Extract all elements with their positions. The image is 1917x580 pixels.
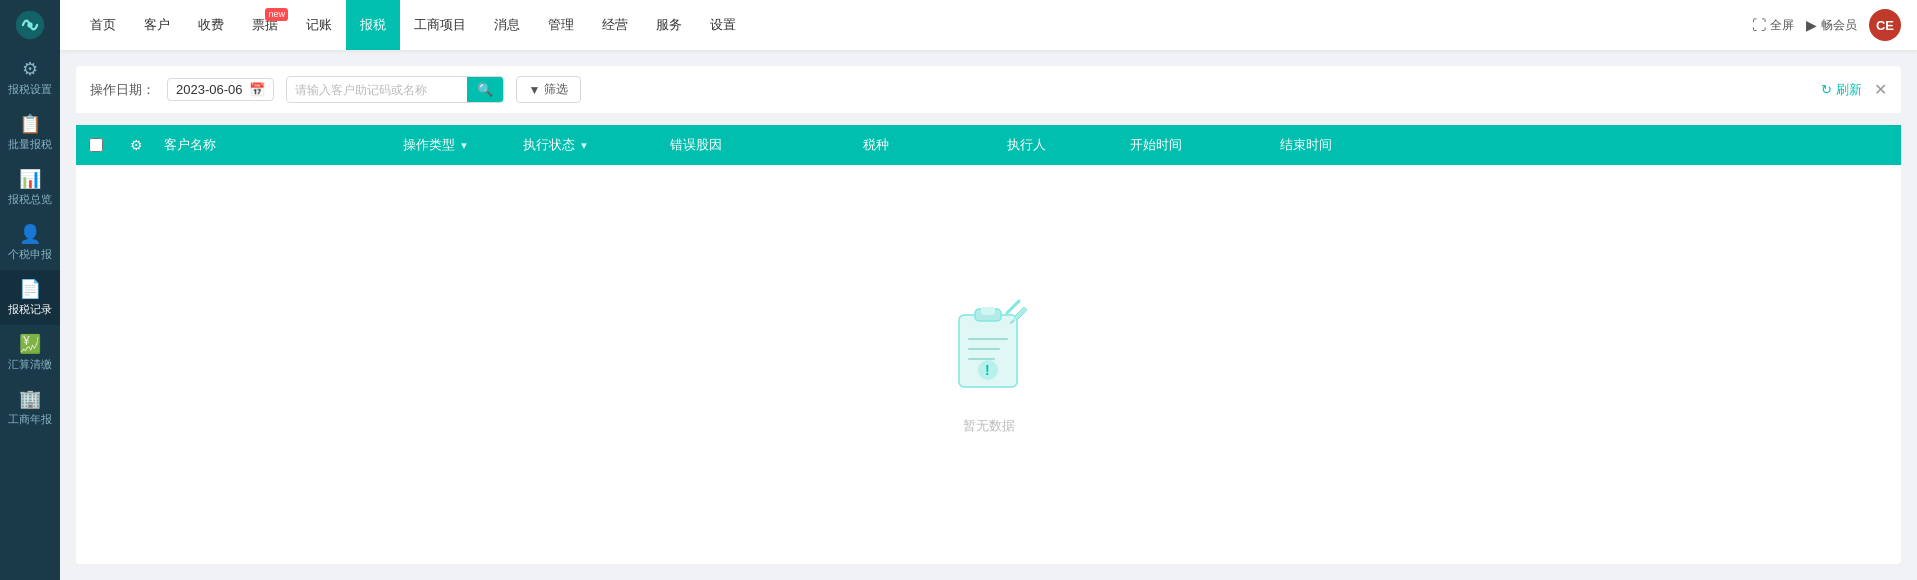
tax-settings-icon: ⚙ (22, 60, 38, 78)
date-value: 2023-06-06 (176, 82, 243, 97)
sidebar-item-personal-tax[interactable]: 👤 个税申报 (0, 215, 60, 270)
sidebar-item-tax-settings[interactable]: ⚙ 报税设置 (0, 50, 60, 105)
sidebar-item-label: 报税总览 (8, 192, 52, 207)
search-input[interactable] (287, 79, 467, 101)
nav-operations[interactable]: 经营 (588, 0, 642, 50)
tax-records-icon: 📄 (19, 280, 41, 298)
th-executor: 执行人 (976, 125, 1076, 165)
date-picker[interactable]: 2023-06-06 📅 (167, 78, 274, 101)
svg-marker-11 (1014, 307, 1027, 320)
sidebar: ⚙ 报税设置 📋 批量报税 📊 报税总览 👤 个税申报 📄 报税记录 💹 汇算清… (0, 0, 60, 580)
nav-customer[interactable]: 客户 (130, 0, 184, 50)
svg-point-1 (27, 22, 32, 27)
page-content: 操作日期： 2023-06-06 📅 🔍 ▼ 筛选 ↻ 刷新 ✕ (60, 50, 1917, 580)
fullscreen-icon: ⛶ (1752, 17, 1766, 33)
filter-bar: 操作日期： 2023-06-06 📅 🔍 ▼ 筛选 ↻ 刷新 ✕ (76, 66, 1901, 113)
nav-message[interactable]: 消息 (480, 0, 534, 50)
sort-icon-op-type: ▼ (459, 140, 469, 151)
th-customer: 客户名称 (156, 125, 376, 165)
sidebar-item-batch-tax[interactable]: 📋 批量报税 (0, 105, 60, 160)
empty-illustration: ! (939, 295, 1039, 405)
search-icon: 🔍 (477, 82, 493, 97)
sidebar-item-label: 工商年报 (8, 412, 52, 427)
th-error-reason: 错误股因 (616, 125, 776, 165)
empty-state: ! 暂无数据 (939, 295, 1039, 435)
nav-billing[interactable]: 收费 (184, 0, 238, 50)
close-button[interactable]: ✕ (1874, 80, 1887, 99)
sidebar-item-label: 个税申报 (8, 247, 52, 262)
search-box: 🔍 (286, 76, 504, 103)
table-body: ! 暂无数据 (76, 165, 1901, 564)
th-tax-type: 税种 (776, 125, 976, 165)
new-badge: new (265, 8, 288, 21)
nav-menu: 首页 客户 收费 票据 new 记账 报税 工商项目 消息 (76, 0, 1752, 50)
sidebar-item-settlement[interactable]: 💹 汇算清缴 (0, 325, 60, 380)
th-end-time: 结束时间 (1236, 125, 1376, 165)
th-exec-status: 执行状态 ▼ (496, 125, 616, 165)
sidebar-item-annual-report[interactable]: 🏢 工商年报 (0, 380, 60, 435)
date-label: 操作日期： (90, 81, 155, 99)
nav-accounting[interactable]: 记账 (292, 0, 346, 50)
table-header: ⚙ 客户名称 操作类型 ▼ 执行状态 ▼ 错误股因 税种 (76, 125, 1901, 165)
member-button[interactable]: ▶ 畅会员 (1806, 17, 1857, 34)
svg-text:!: ! (985, 362, 990, 378)
nav-invoice[interactable]: 票据 new (238, 0, 292, 50)
svg-line-10 (1007, 301, 1019, 313)
sidebar-logo (0, 0, 60, 50)
avatar[interactable]: CE (1869, 9, 1901, 41)
nav-manage[interactable]: 管理 (534, 0, 588, 50)
personal-tax-icon: 👤 (19, 225, 41, 243)
refresh-button[interactable]: ↻ 刷新 (1821, 81, 1862, 99)
nav-settings[interactable]: 设置 (696, 0, 750, 50)
empty-text: 暂无数据 (963, 417, 1015, 435)
th-start-time: 开始时间 (1076, 125, 1236, 165)
sidebar-item-label: 批量报税 (8, 137, 52, 152)
select-all-checkbox[interactable] (89, 138, 103, 152)
th-op-type: 操作类型 ▼ (376, 125, 496, 165)
refresh-icon: ↻ (1821, 82, 1832, 97)
nav-bizproject[interactable]: 工商项目 (400, 0, 480, 50)
column-settings-icon[interactable]: ⚙ (130, 137, 143, 153)
fullscreen-button[interactable]: ⛶ 全屏 (1752, 17, 1794, 34)
sidebar-item-label: 汇算清缴 (8, 357, 52, 372)
filter-button[interactable]: ▼ 筛选 (516, 76, 582, 103)
nav-tax[interactable]: 报税 (346, 0, 400, 50)
sidebar-item-label: 报税设置 (8, 82, 52, 97)
filter-icon: ▼ (529, 83, 541, 97)
sidebar-item-tax-records[interactable]: 📄 报税记录 (0, 270, 60, 325)
svg-rect-4 (981, 307, 995, 315)
data-table: ⚙ 客户名称 操作类型 ▼ 执行状态 ▼ 错误股因 税种 (76, 125, 1901, 564)
settlement-icon: 💹 (19, 335, 41, 353)
top-navigation: 首页 客户 收费 票据 new 记账 报税 工商项目 消息 (60, 0, 1917, 50)
nav-home[interactable]: 首页 (76, 0, 130, 50)
member-icon: ▶ (1806, 17, 1817, 33)
nav-service[interactable]: 服务 (642, 0, 696, 50)
calendar-icon: 📅 (249, 82, 265, 97)
topnav-right: ⛶ 全屏 ▶ 畅会员 CE (1752, 9, 1901, 41)
search-button[interactable]: 🔍 (467, 77, 503, 102)
main-area: 首页 客户 收费 票据 new 记账 报税 工商项目 消息 (60, 0, 1917, 580)
annual-report-icon: 🏢 (19, 390, 41, 408)
sort-icon-exec-status: ▼ (579, 140, 589, 151)
tax-summary-icon: 📊 (19, 170, 41, 188)
th-checkbox (76, 125, 116, 165)
th-settings: ⚙ (116, 125, 156, 165)
batch-tax-icon: 📋 (19, 115, 41, 133)
sidebar-item-label: 报税记录 (8, 302, 52, 317)
sidebar-item-tax-summary[interactable]: 📊 报税总览 (0, 160, 60, 215)
